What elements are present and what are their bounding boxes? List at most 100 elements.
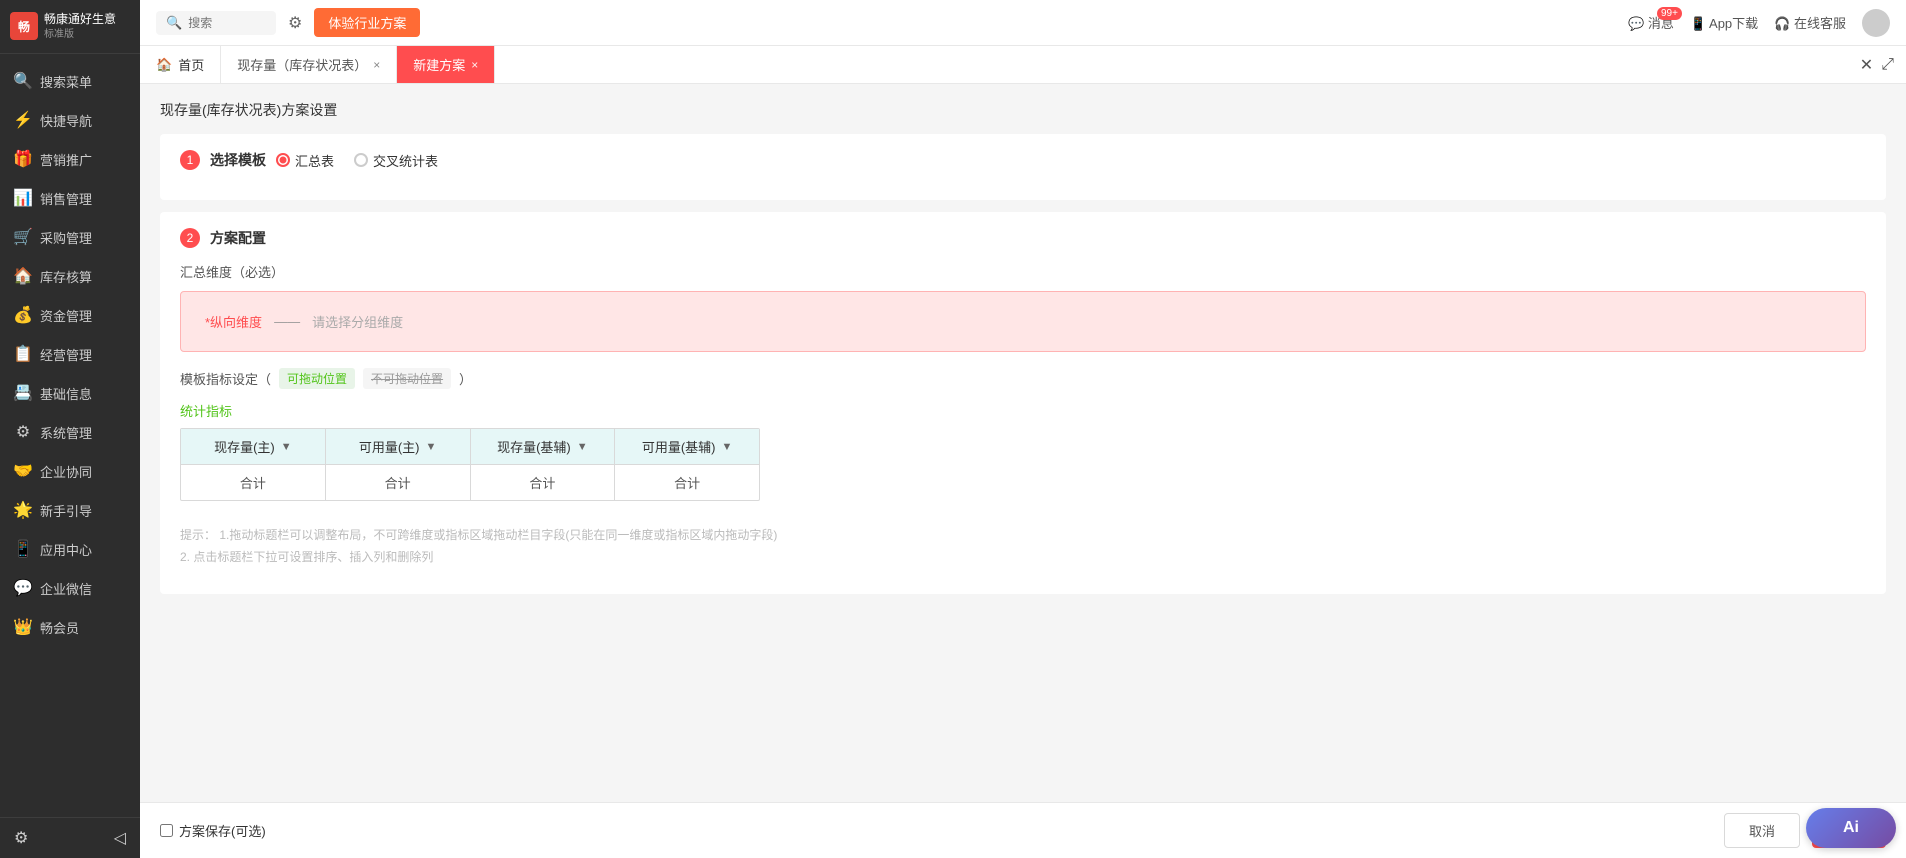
gear-icon[interactable]: ⚙ xyxy=(288,13,302,33)
indicator-settings: 模板指标设定（ 可拖动位置 不可拖动位置 ） 统计指标 现存量(主) ▼ 可用量… xyxy=(180,368,1866,578)
sidebar-item-search[interactable]: 🔍 搜索菜单 xyxy=(0,62,140,101)
nav-label-operation: 经营管理 xyxy=(40,345,92,364)
message-badge[interactable]: 💬 消息 99+ xyxy=(1628,13,1674,32)
cancel-button[interactable]: 取消 xyxy=(1724,813,1800,848)
sidebar-item-app-center[interactable]: 📱 应用中心 xyxy=(0,530,140,569)
nav-label-purchase: 采购管理 xyxy=(40,228,92,247)
topbar: 🔍 ⚙ 体验行业方案 💬 消息 99+ 📱 App下载 🎧 在线客服 xyxy=(140,0,1906,46)
tab-inventory-close[interactable]: × xyxy=(373,58,380,72)
vertical-dim-label: *纵向维度 xyxy=(205,312,262,331)
collapse-icon[interactable]: ◁ xyxy=(114,828,126,848)
tab-new-scheme[interactable]: 新建方案 × xyxy=(397,46,495,83)
step1-num: 1 xyxy=(180,150,200,170)
sidebar-item-sales[interactable]: 📊 销售管理 xyxy=(0,179,140,218)
nav-icon-search: 🔍 xyxy=(14,72,32,90)
stats-td-1: 合计 xyxy=(181,465,326,500)
page-title: 现存量(库存状况表)方案设置 xyxy=(160,100,1886,120)
nav-icon-sales: 📊 xyxy=(14,189,32,207)
stats-th-1[interactable]: 现存量(主) ▼ xyxy=(181,429,326,464)
no-drag-tag: 不可拖动位置 xyxy=(363,368,451,389)
sidebar: 畅 畅康通好生意 标准版 🔍 搜索菜单 ⚡ 快捷导航 🎁 营销推广 📊 销售管理… xyxy=(0,0,140,858)
ai-float-button[interactable]: Ai xyxy=(1806,808,1896,848)
radio-summary[interactable]: 汇总表 xyxy=(276,151,334,170)
search-input[interactable] xyxy=(188,16,258,30)
nav-icon-wechat: 💬 xyxy=(14,579,32,597)
industry-btn[interactable]: 体验行业方案 xyxy=(314,8,420,37)
chevron-2-icon: ▼ xyxy=(426,441,437,453)
step2-num: 2 xyxy=(180,228,200,248)
group-dim-placeholder[interactable]: 请选择分组维度 xyxy=(312,312,403,331)
nav-icon-marketing: 🎁 xyxy=(14,150,32,168)
topbar-right: 💬 消息 99+ 📱 App下载 🎧 在线客服 xyxy=(1628,9,1890,37)
summary-dimension-label: 汇总维度（必选） xyxy=(180,262,1866,281)
sidebar-item-system[interactable]: ⚙ 系统管理 xyxy=(0,413,140,452)
tab-new-scheme-close[interactable]: × xyxy=(471,58,478,72)
nav-label-sales: 销售管理 xyxy=(40,189,92,208)
sidebar-nav: 🔍 搜索菜单 ⚡ 快捷导航 🎁 营销推广 📊 销售管理 🛒 采购管理 🏠 库存核… xyxy=(0,54,140,817)
save-checkbox-label: 方案保存(可选) xyxy=(179,821,266,840)
sidebar-item-member[interactable]: 👑 畅会员 xyxy=(0,608,140,647)
step2-header: 2 方案配置 xyxy=(180,228,1866,248)
sidebar-logo: 畅 畅康通好生意 标准版 xyxy=(0,0,140,54)
stats-th-4[interactable]: 可用量(基辅) ▼ xyxy=(615,429,759,464)
step1-card: 1 选择模板 汇总表 交叉统计表 xyxy=(160,134,1886,200)
main-area: 🔍 ⚙ 体验行业方案 💬 消息 99+ 📱 App下载 🎧 在线客服 🏠 xyxy=(140,0,1906,858)
tab-expand-icon[interactable]: ⤢ xyxy=(1881,56,1894,74)
sidebar-item-wechat[interactable]: 💬 企业微信 xyxy=(0,569,140,608)
stats-th-2[interactable]: 可用量(主) ▼ xyxy=(326,429,471,464)
nav-label-inventory-check: 库存核算 xyxy=(40,267,92,286)
online-support[interactable]: 🎧 在线客服 xyxy=(1774,13,1846,32)
sidebar-item-base-info[interactable]: 📇 基础信息 xyxy=(0,374,140,413)
tabs-actions: ✕ ⤢ xyxy=(1860,55,1906,75)
user-avatar[interactable] xyxy=(1862,9,1890,37)
chevron-4-icon: ▼ xyxy=(722,441,733,453)
hint-2: 2. 点击标题栏下拉可设置排序、插入列和删除列 xyxy=(180,547,1866,569)
home-icon: 🏠 xyxy=(156,57,172,73)
stats-td-3: 合计 xyxy=(471,465,616,500)
tab-close-icon[interactable]: ✕ xyxy=(1860,55,1873,75)
sidebar-item-operation[interactable]: 📋 经营管理 xyxy=(0,335,140,374)
settings-icon[interactable]: ⚙ xyxy=(14,828,28,848)
nav-icon-purchase: 🛒 xyxy=(14,228,32,246)
template-radio-group: 汇总表 交叉统计表 xyxy=(276,151,438,170)
sidebar-item-purchase[interactable]: 🛒 采购管理 xyxy=(0,218,140,257)
download-icon: 📱 xyxy=(1690,16,1706,31)
save-checkbox-input[interactable] xyxy=(160,824,173,837)
nav-label-wechat: 企业微信 xyxy=(40,579,92,598)
sidebar-item-finance[interactable]: 💰 资金管理 xyxy=(0,296,140,335)
hint-1: 提示： 1.拖动标题栏可以调整布局，不可跨维度或指标区域拖动栏目字段(只能在同一… xyxy=(180,525,1866,547)
search-box[interactable]: 🔍 xyxy=(156,11,276,35)
content-area: 现存量(库存状况表)方案设置 1 选择模板 汇总表 交叉统计表 xyxy=(140,84,1906,802)
tab-home[interactable]: 🏠 首页 xyxy=(140,46,221,83)
sidebar-item-new-guide[interactable]: 🌟 新手引导 xyxy=(0,491,140,530)
nav-icon-finance: 💰 xyxy=(14,306,32,324)
nav-label-finance: 资金管理 xyxy=(40,306,92,325)
ai-label: Ai xyxy=(1843,819,1859,837)
nav-icon-member: 👑 xyxy=(14,618,32,636)
stats-table-header: 现存量(主) ▼ 可用量(主) ▼ 现存量(基辅) ▼ 可用量(基辅) xyxy=(181,429,759,464)
chevron-1-icon: ▼ xyxy=(281,441,292,453)
save-checkbox[interactable]: 方案保存(可选) xyxy=(160,821,266,840)
stats-table: 现存量(主) ▼ 可用量(主) ▼ 现存量(基辅) ▼ 可用量(基辅) xyxy=(180,428,760,501)
app-download[interactable]: 📱 App下载 xyxy=(1690,13,1758,32)
step2-title: 方案配置 xyxy=(210,228,266,248)
logo-icon: 畅 xyxy=(10,12,38,40)
nav-icon-quick-nav: ⚡ xyxy=(14,111,32,129)
radio-cross[interactable]: 交叉统计表 xyxy=(354,151,438,170)
nav-label-new-guide: 新手引导 xyxy=(40,501,92,520)
sidebar-item-marketing[interactable]: 🎁 营销推广 xyxy=(0,140,140,179)
sidebar-item-quick-nav[interactable]: ⚡ 快捷导航 xyxy=(0,101,140,140)
nav-label-base-info: 基础信息 xyxy=(40,384,92,403)
sidebar-item-inventory-check[interactable]: 🏠 库存核算 xyxy=(0,257,140,296)
nav-label-quick-nav: 快捷导航 xyxy=(40,111,92,130)
headset-icon: 🎧 xyxy=(1774,16,1790,31)
tab-inventory[interactable]: 现存量（库存状况表） × xyxy=(221,46,397,83)
chevron-3-icon: ▼ xyxy=(577,441,588,453)
sidebar-item-cooperation[interactable]: 🤝 企业协同 xyxy=(0,452,140,491)
required-field-area: *纵向维度 —— 请选择分组维度 xyxy=(180,291,1866,352)
radio-summary-circle xyxy=(276,153,290,167)
logo-text: 畅康通好生意 标准版 xyxy=(44,12,116,41)
stats-th-3[interactable]: 现存量(基辅) ▼ xyxy=(471,429,616,464)
sidebar-bottom: ⚙ ◁ xyxy=(0,817,140,858)
tabs-bar: 🏠 首页 现存量（库存状况表） × 新建方案 × ✕ ⤢ xyxy=(140,46,1906,84)
